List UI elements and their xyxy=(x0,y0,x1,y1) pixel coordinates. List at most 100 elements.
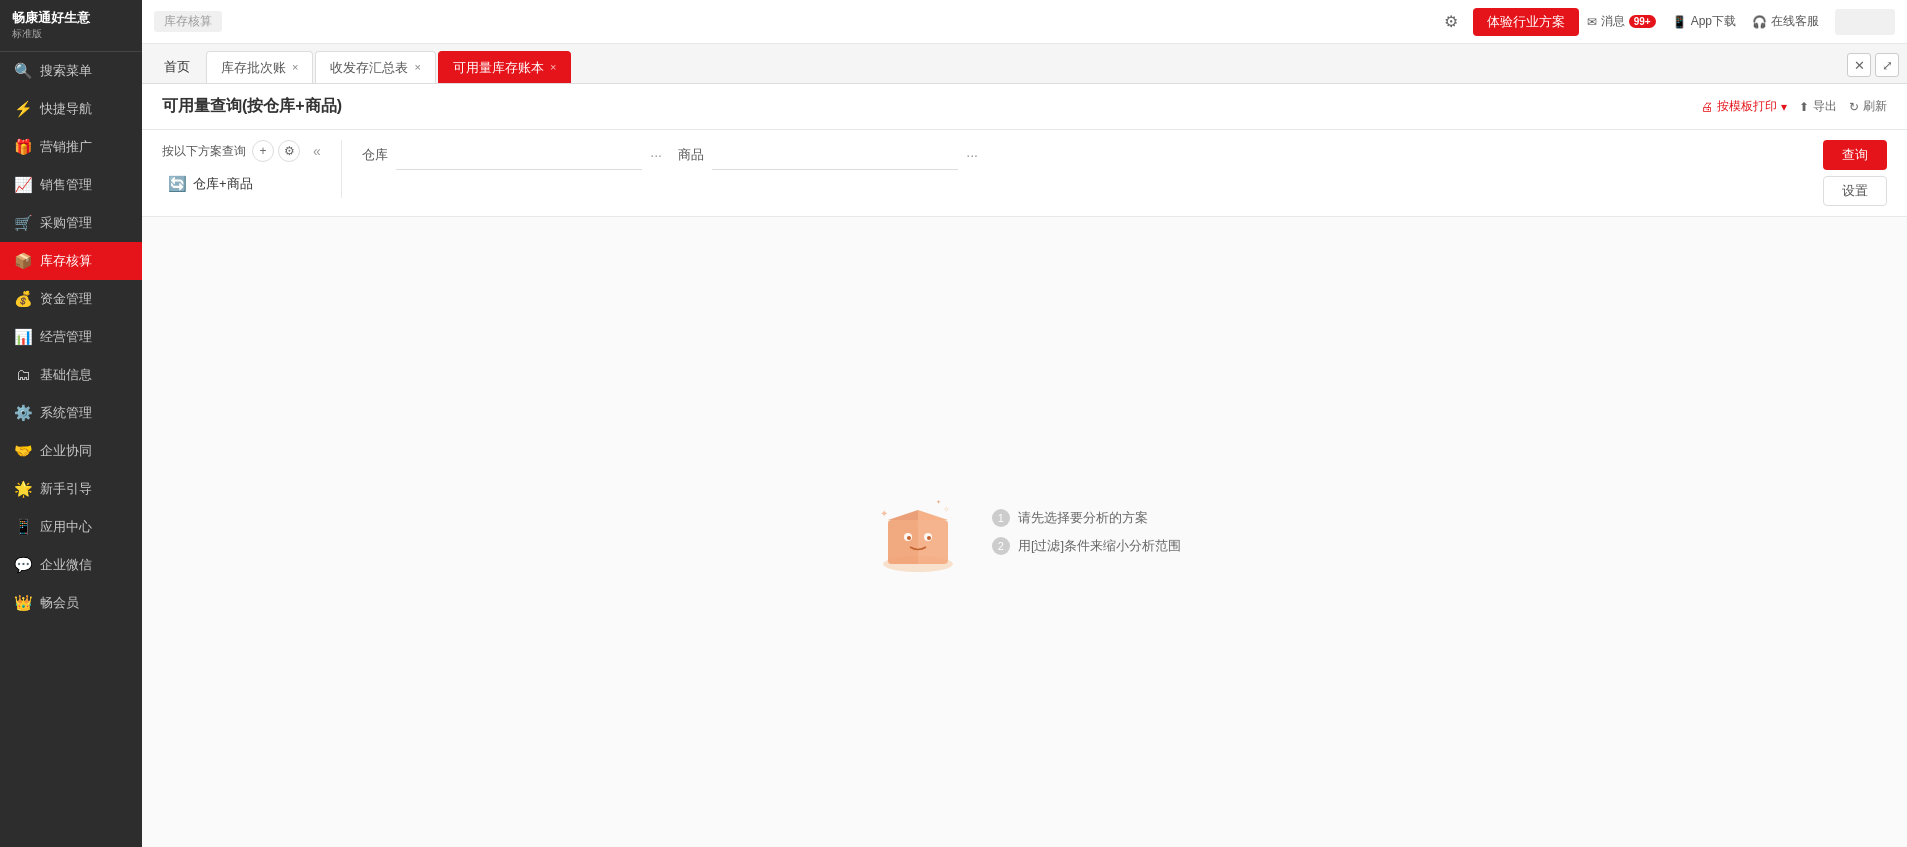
sidebar-label-appcenter: 应用中心 xyxy=(40,518,92,536)
refresh-button[interactable]: ↻ 刷新 xyxy=(1849,98,1887,115)
sidebar-item-shortcut[interactable]: ⚡ 快捷导航 xyxy=(0,90,142,128)
sidebar-item-appcenter[interactable]: 📱 应用中心 xyxy=(0,508,142,546)
message-label: 消息 xyxy=(1601,13,1625,30)
product-label: 商品 xyxy=(678,146,704,164)
sidebar-item-member[interactable]: 👑 畅会员 xyxy=(0,584,142,622)
tab-label-available: 可用量库存账本 xyxy=(453,59,544,77)
user-avatar[interactable] xyxy=(1835,9,1895,35)
sidebar-label-wechat: 企业微信 xyxy=(40,556,92,574)
svg-marker-2 xyxy=(888,510,918,520)
scheme-panel: 按以下方案查询 + ⚙ « 🔄 仓库+商品 xyxy=(162,140,342,198)
product-input[interactable] xyxy=(712,140,958,170)
export-label: 导出 xyxy=(1813,98,1837,115)
add-scheme-button[interactable]: + xyxy=(252,140,274,162)
sidebar-item-system[interactable]: ⚙️ 系统管理 xyxy=(0,394,142,432)
tab-available[interactable]: 可用量库存账本 × xyxy=(438,51,571,83)
sidebar-menu: 🔍 搜索菜单 ⚡ 快捷导航 🎁 营销推广 📈 销售管理 🛒 采购管理 📦 库存核… xyxy=(0,52,142,847)
tab-bar-right: ✕ ⤢ xyxy=(1847,53,1899,77)
sidebar-item-newguide[interactable]: 🌟 新手引导 xyxy=(0,470,142,508)
sidebar-icon-marketing: 🎁 xyxy=(14,138,32,156)
sidebar-item-operation[interactable]: 📊 经营管理 xyxy=(0,318,142,356)
filter-row: 仓库 ··· 商品 ··· xyxy=(362,140,1811,170)
tab-bar: 首页库存批次账×收发存汇总表× 可用量库存账本 × ✕ ⤢ xyxy=(142,44,1907,84)
sidebar-icon-purchase: 🛒 xyxy=(14,214,32,232)
message-badge: 99+ xyxy=(1629,15,1656,28)
sidebar-item-sales[interactable]: 📈 销售管理 xyxy=(0,166,142,204)
sidebar-item-enterprise[interactable]: 🤝 企业协同 xyxy=(0,432,142,470)
print-button[interactable]: 🖨 按模板打印 ▾ xyxy=(1701,98,1787,115)
message-button[interactable]: ✉ 消息 99+ xyxy=(1587,13,1656,30)
sidebar-icon-inventory: 📦 xyxy=(14,252,32,270)
sidebar-label-inventory: 库存核算 xyxy=(40,252,92,270)
tab-batch[interactable]: 库存批次账× xyxy=(206,51,313,83)
warehouse-input[interactable] xyxy=(396,140,642,170)
sidebar-item-wechat[interactable]: 💬 企业微信 xyxy=(0,546,142,584)
empty-tips: 1 请先选择要分析的方案 2 用[过滤]条件来缩小分析范围 xyxy=(992,509,1181,555)
tip-text-2: 用[过滤]条件来缩小分析范围 xyxy=(1018,537,1181,555)
sidebar-item-purchase[interactable]: 🛒 采购管理 xyxy=(0,204,142,242)
breadcrumb-text: 库存核算 xyxy=(154,11,222,32)
gear-button[interactable]: ⚙ xyxy=(1437,8,1465,36)
page-header: 可用量查询(按仓库+商品) 🖨 按模板打印 ▾ ⬆ 导出 ↻ 刷新 xyxy=(142,84,1907,130)
sidebar-icon-search: 🔍 xyxy=(14,62,32,80)
svg-text:✦: ✦ xyxy=(936,499,941,505)
sidebar-label-purchase: 采购管理 xyxy=(40,214,92,232)
export-button[interactable]: ⬆ 导出 xyxy=(1799,98,1837,115)
svg-text:✧: ✧ xyxy=(943,505,950,514)
scheme-item-label: 仓库+商品 xyxy=(193,175,253,193)
scheme-header: 按以下方案查询 + ⚙ « xyxy=(162,140,329,162)
edit-scheme-button[interactable]: ⚙ xyxy=(278,140,300,162)
sidebar-item-inventory[interactable]: 📦 库存核算 xyxy=(0,242,142,280)
svg-text:✦: ✦ xyxy=(880,508,888,519)
query-button[interactable]: 查询 xyxy=(1823,140,1887,170)
tab-close-available[interactable]: × xyxy=(550,62,556,73)
scheme-header-label: 按以下方案查询 xyxy=(162,143,246,160)
svg-rect-4 xyxy=(888,520,918,564)
sidebar-icon-member: 👑 xyxy=(14,594,32,612)
sidebar-label-system: 系统管理 xyxy=(40,404,92,422)
sidebar-label-member: 畅会员 xyxy=(40,594,79,612)
query-action-buttons: 查询 设置 xyxy=(1811,140,1887,206)
product-more-button[interactable]: ··· xyxy=(966,147,978,163)
headset-icon: 🎧 xyxy=(1752,15,1767,29)
printer-icon: 🖨 xyxy=(1701,100,1713,114)
sidebar: 畅康通好生意 标准版 🔍 搜索菜单 ⚡ 快捷导航 🎁 营销推广 📈 销售管理 🛒… xyxy=(0,0,142,847)
export-icon: ⬆ xyxy=(1799,100,1809,114)
tab-collect[interactable]: 收发存汇总表× xyxy=(315,51,435,83)
filter-field-product: 商品 ··· xyxy=(678,140,978,170)
sidebar-label-shortcut: 快捷导航 xyxy=(40,100,92,118)
tab-close-collect[interactable]: × xyxy=(414,62,420,73)
page-content: 可用量查询(按仓库+商品) 🖨 按模板打印 ▾ ⬆ 导出 ↻ 刷新 xyxy=(142,84,1907,847)
sidebar-label-sales: 销售管理 xyxy=(40,176,92,194)
tab-home[interactable]: 首页 xyxy=(150,51,204,83)
scheme-item-icon: 🔄 xyxy=(168,175,187,193)
tab-close-batch[interactable]: × xyxy=(292,62,298,73)
close-tab-button[interactable]: ✕ xyxy=(1847,53,1871,77)
page-title: 可用量查询(按仓库+商品) xyxy=(162,96,342,117)
sidebar-icon-basic: 🗂 xyxy=(14,366,32,384)
tip-text-1: 请先选择要分析的方案 xyxy=(1018,509,1148,527)
sidebar-icon-system: ⚙️ xyxy=(14,404,32,422)
header-right: ✉ 消息 99+ 📱 App下载 🎧 在线客服 xyxy=(1587,9,1895,35)
empty-tip-1: 1 请先选择要分析的方案 xyxy=(992,509,1181,527)
empty-box-svg: ✦ ✧ ✦ xyxy=(868,482,968,582)
trial-button[interactable]: 体验行业方案 xyxy=(1473,8,1579,36)
sidebar-item-search[interactable]: 🔍 搜索菜单 xyxy=(0,52,142,90)
settings-button[interactable]: 设置 xyxy=(1823,176,1887,206)
app-download-button[interactable]: 📱 App下载 xyxy=(1672,13,1736,30)
scheme-item-warehouse-product[interactable]: 🔄 仓库+商品 xyxy=(162,170,329,198)
sidebar-item-marketing[interactable]: 🎁 营销推广 xyxy=(0,128,142,166)
tip-num-1: 1 xyxy=(992,509,1010,527)
expand-tab-button[interactable]: ⤢ xyxy=(1875,53,1899,77)
phone-icon: 📱 xyxy=(1672,15,1687,29)
sidebar-label-enterprise: 企业协同 xyxy=(40,442,92,460)
collapse-button[interactable]: « xyxy=(306,140,328,162)
sidebar-item-basic[interactable]: 🗂 基础信息 xyxy=(0,356,142,394)
empty-state: ✦ ✧ ✦ 1 请先选择要分析的方案 2 用[过滤]条件来缩小分析范围 xyxy=(142,217,1907,847)
sidebar-item-finance[interactable]: 💰 资金管理 xyxy=(0,280,142,318)
sidebar-icon-finance: 💰 xyxy=(14,290,32,308)
service-button[interactable]: 🎧 在线客服 xyxy=(1752,13,1819,30)
warehouse-more-button[interactable]: ··· xyxy=(650,147,662,163)
app-label: App下载 xyxy=(1691,13,1736,30)
message-icon: ✉ xyxy=(1587,15,1597,29)
